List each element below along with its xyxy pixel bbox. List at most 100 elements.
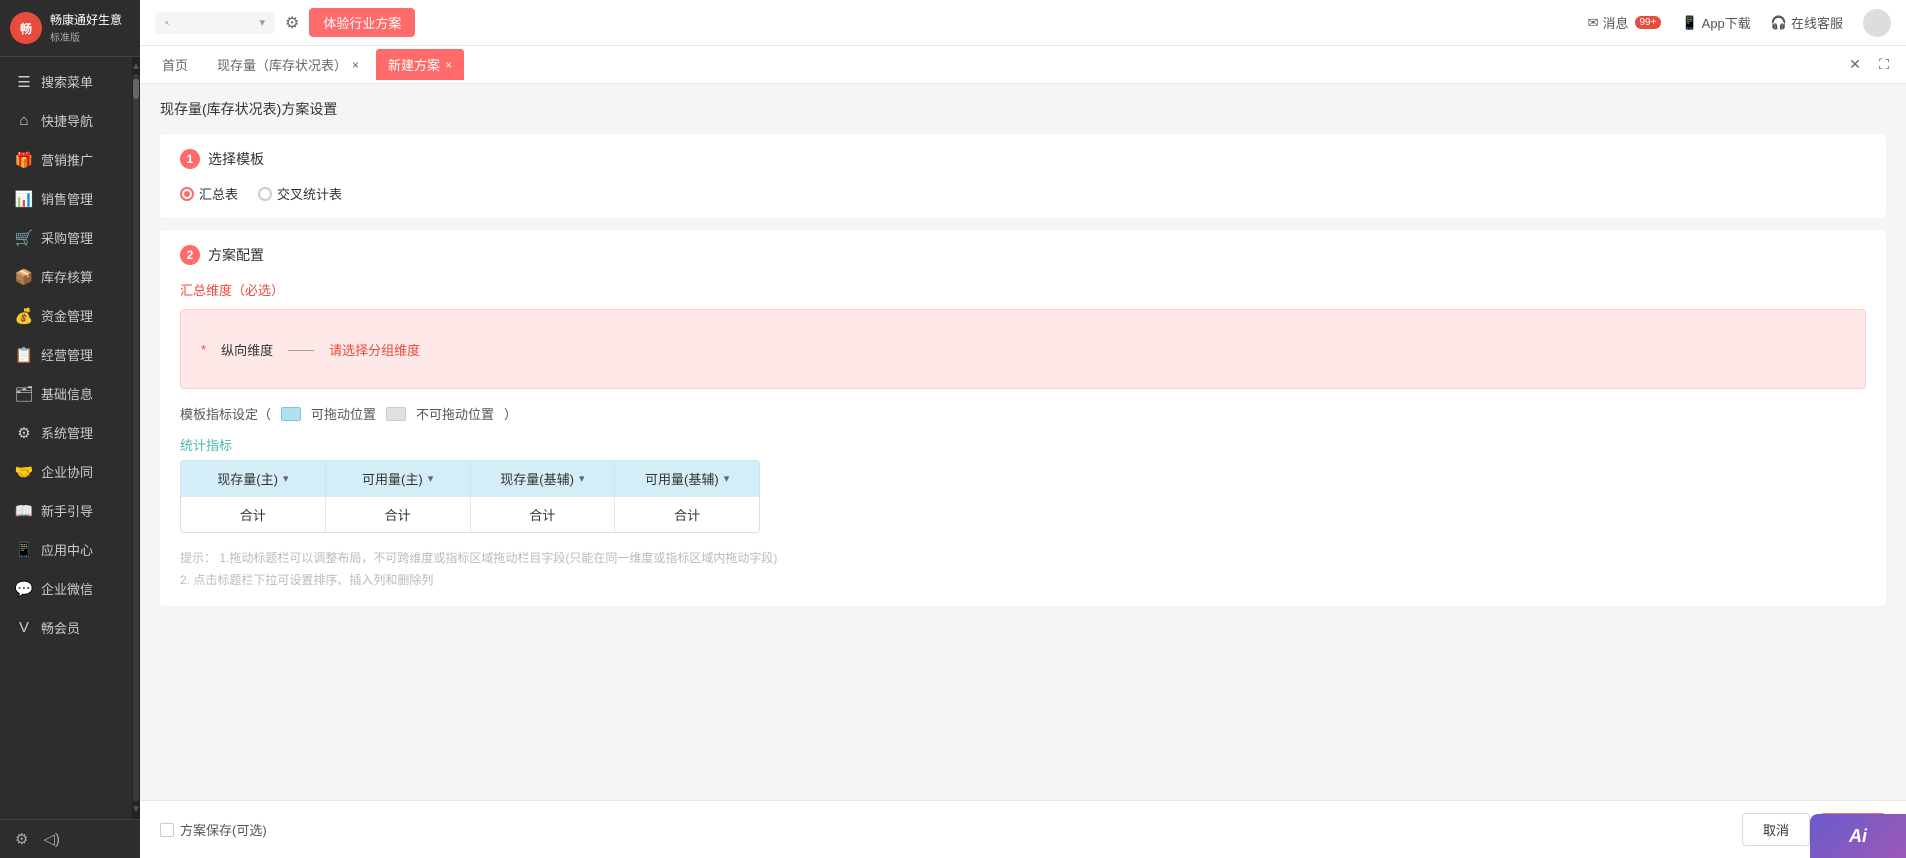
stats-th-3-label: 可用量(基辅)	[645, 469, 719, 488]
message-icon: ✉	[1588, 15, 1599, 31]
search-box[interactable]: ▾	[155, 12, 275, 34]
sidebar-item-label-marketing: 营销推广	[41, 150, 93, 169]
sidebar-item-search-menu[interactable]: ☰ 搜索菜单	[0, 62, 132, 101]
tip-1-text: 1.拖动标题栏可以调整布局，不可跨维度或指标区域拖动栏目字段(只能在同一维度或指…	[219, 551, 777, 565]
sidebar-item-wechat[interactable]: 💬 企业微信	[0, 569, 132, 608]
page-title: 现存量(库存状况表)方案设置	[160, 99, 1886, 119]
search-menu-icon: ☰	[15, 73, 33, 91]
purchase-icon: 🛒	[15, 229, 33, 247]
tab-new-plan[interactable]: 新建方案 ×	[376, 49, 464, 80]
sidebar-item-operations[interactable]: 📋 经营管理	[0, 335, 132, 374]
radio-cross-table[interactable]: 交叉统计表	[258, 184, 342, 203]
section1-title: 选择模板	[208, 149, 264, 169]
ai-fab-button[interactable]: Ai	[1810, 814, 1906, 858]
tip-2: 2. 点击标题栏下拉可设置排序、插入列和删除列	[180, 570, 1866, 592]
section2-title: 方案配置	[208, 245, 264, 265]
tab-actions: ✕ ⛶	[1843, 53, 1896, 77]
tab-new-plan-close-icon[interactable]: ×	[445, 58, 452, 72]
sidebar-item-member[interactable]: V 畅会员	[0, 608, 132, 647]
section-choose-template: 1 选择模板 汇总表 交叉统计表	[160, 134, 1886, 218]
stats-td-0-1: 合计	[326, 496, 471, 532]
section1-header: 1 选择模板	[180, 149, 1866, 169]
save-option-label: 方案保存(可选)	[180, 820, 267, 839]
stats-th-3[interactable]: 可用量(基辅) ▾	[615, 461, 759, 496]
tab-new-plan-label: 新建方案	[388, 55, 440, 74]
cancel-button[interactable]: 取消	[1742, 813, 1810, 846]
sidebar-item-label-app-center: 应用中心	[41, 540, 93, 559]
phone-icon: 📱	[1681, 15, 1697, 31]
radio-summary-label: 汇总表	[199, 184, 238, 203]
scrollbar-thumb[interactable]	[133, 79, 139, 99]
tab-home[interactable]: 首页	[150, 49, 200, 80]
sidebar-item-label-quick-nav: 快捷导航	[41, 111, 93, 130]
sidebar-item-basic-info[interactable]: 🗂 基础信息	[0, 374, 132, 413]
sidebar-item-quick-nav[interactable]: ⌂ 快捷导航	[0, 101, 132, 140]
search-input[interactable]	[174, 16, 254, 30]
sidebar-item-system[interactable]: ⚙ 系统管理	[0, 413, 132, 452]
th-1-chevron-icon: ▾	[428, 472, 434, 485]
radio-cross-circle	[258, 187, 272, 201]
stats-td-0-2: 合计	[471, 496, 616, 532]
tab-inventory-close-icon[interactable]: ×	[352, 58, 359, 72]
radio-summary-table[interactable]: 汇总表	[180, 184, 238, 203]
user-avatar[interactable]	[1863, 9, 1891, 37]
page-content: 现存量(库存状况表)方案设置 1 选择模板 汇总表 交叉统计表 2	[140, 84, 1906, 800]
indicator-label-text: 模板指标设定（	[180, 404, 271, 423]
tab-home-label: 首页	[162, 55, 188, 74]
message-label: 消息	[1602, 13, 1628, 32]
sidebar-footer: ⚙ ◁)	[0, 819, 140, 858]
operations-icon: 📋	[15, 346, 33, 364]
sidebar-item-sales[interactable]: 📊 销售管理	[0, 179, 132, 218]
topbar-gear-icon[interactable]: ⚙	[285, 13, 299, 33]
tab-expand-btn[interactable]: ⛶	[1872, 53, 1896, 77]
sidebar-item-label-search-menu: 搜索菜单	[41, 72, 93, 91]
stats-th-0[interactable]: 现存量(主) ▾	[181, 461, 326, 496]
search-chevron-icon: ▾	[259, 16, 265, 29]
stats-th-1[interactable]: 可用量(主) ▾	[326, 461, 471, 496]
message-btn[interactable]: ✉ 消息 99+	[1588, 13, 1662, 32]
app-download-label: App下载	[1702, 13, 1751, 32]
sidebar: 畅 畅康通好生意 标准版 ☰ 搜索菜单 ⌂ 快捷导航 🎁 营销推广 📊 销售管理	[0, 0, 140, 858]
sidebar-item-purchase[interactable]: 🛒 采购管理	[0, 218, 132, 257]
stats-th-2[interactable]: 现存量(基辅) ▾	[471, 461, 616, 496]
non-draggable-label: 不可拖动位置	[416, 404, 494, 423]
experience-btn[interactable]: 体验行业方案	[309, 8, 415, 37]
sidebar-item-label-sales: 销售管理	[41, 189, 93, 208]
sidebar-scrollbar: ▲ ▼	[132, 57, 140, 819]
tab-close-btn[interactable]: ✕	[1843, 53, 1867, 77]
coop-icon: 🤝	[15, 463, 33, 481]
draggable-label: 可拖动位置	[311, 404, 376, 423]
inventory-icon: 📦	[15, 268, 33, 286]
save-checkbox[interactable]	[160, 823, 174, 837]
draggable-indicator-box	[281, 407, 301, 421]
sidebar-item-inventory[interactable]: 📦 库存核算	[0, 257, 132, 296]
section-plan-config: 2 方案配置 汇总维度（必选） * 纵向维度 —— 请选择分组维度 模板指标设定…	[160, 230, 1886, 606]
sidebar-item-coop[interactable]: 🤝 企业协同	[0, 452, 132, 491]
dimension-config-area: * 纵向维度 —— 请选择分组维度	[180, 309, 1866, 389]
vertical-dimension-label: 纵向维度	[221, 340, 273, 359]
th-2-chevron-icon: ▾	[579, 472, 585, 485]
sidebar-item-guide[interactable]: 📖 新手引导	[0, 491, 132, 530]
sidebar-item-marketing[interactable]: 🎁 营销推广	[0, 140, 132, 179]
online-service-btn[interactable]: 🎧 在线客服	[1771, 13, 1843, 32]
required-star: *	[201, 342, 206, 357]
save-option: 方案保存(可选)	[160, 820, 267, 839]
tips-title: 提示： 1.拖动标题栏可以调整布局，不可跨维度或指标区域拖动栏目字段(只能在同一…	[180, 548, 1866, 570]
sidebar-item-app-center[interactable]: 📱 应用中心	[0, 530, 132, 569]
sound-icon[interactable]: ◁)	[43, 830, 60, 848]
online-service-label: 在线客服	[1791, 13, 1843, 32]
app-edition: 标准版	[50, 29, 122, 44]
scrollbar-up-arrow[interactable]: ▲	[131, 59, 140, 74]
scrollbar-down-arrow[interactable]: ▼	[131, 802, 140, 817]
th-3-chevron-icon: ▾	[724, 472, 730, 485]
member-icon: V	[15, 619, 33, 637]
radio-cross-label: 交叉统计表	[277, 184, 342, 203]
sales-icon: 📊	[15, 190, 33, 208]
section2-header: 2 方案配置	[180, 245, 1866, 265]
settings-icon[interactable]: ⚙	[15, 830, 28, 848]
sidebar-item-label-system: 系统管理	[41, 423, 93, 442]
sidebar-item-finance[interactable]: 💰 资金管理	[0, 296, 132, 335]
tab-inventory[interactable]: 现存量（库存状况表） ×	[205, 49, 371, 80]
app-download-btn[interactable]: 📱 App下载	[1681, 13, 1750, 32]
sidebar-item-label-inventory: 库存核算	[41, 267, 93, 286]
